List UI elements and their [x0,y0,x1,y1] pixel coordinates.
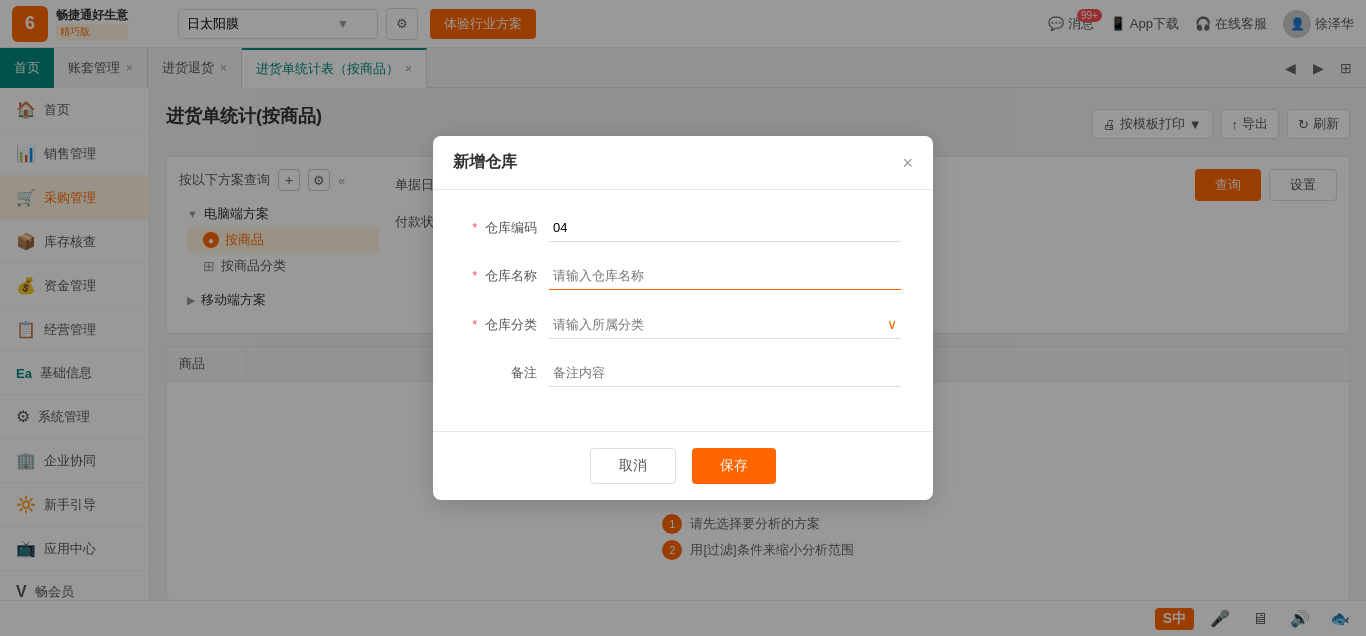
form-row-note: 备注 [465,359,901,387]
dialog-footer: 取消 保存 [433,431,933,500]
category-input[interactable] [553,317,887,332]
warehouse-note-input[interactable] [549,359,901,387]
save-button[interactable]: 保存 [692,448,776,484]
new-warehouse-dialog: 新增仓库 × * 仓库编码 * 仓库名称 [433,136,933,500]
overlay: 新增仓库 × * 仓库编码 * 仓库名称 [0,0,1366,636]
note-label: 备注 [465,364,537,382]
form-row-code: * 仓库编码 [465,214,901,242]
dialog-header: 新增仓库 × [433,136,933,190]
warehouse-code-input[interactable] [549,214,901,242]
form-row-category: * 仓库分类 ∨ [465,310,901,339]
dialog-body: * 仓库编码 * 仓库名称 * 仓库分类 [433,190,933,431]
category-label: * 仓库分类 [465,316,537,334]
name-label: * 仓库名称 [465,267,537,285]
dialog-close-button[interactable]: × [902,154,913,172]
cancel-button[interactable]: 取消 [590,448,676,484]
form-row-name: * 仓库名称 [465,262,901,290]
category-required-star: * [472,317,477,332]
code-label: * 仓库编码 [465,219,537,237]
code-required-star: * [472,220,477,235]
category-dropdown-icon: ∨ [887,316,897,332]
category-select[interactable]: ∨ [549,310,901,339]
warehouse-name-input[interactable] [549,262,901,290]
name-required-star: * [472,268,477,283]
dialog-title: 新增仓库 [453,152,517,173]
